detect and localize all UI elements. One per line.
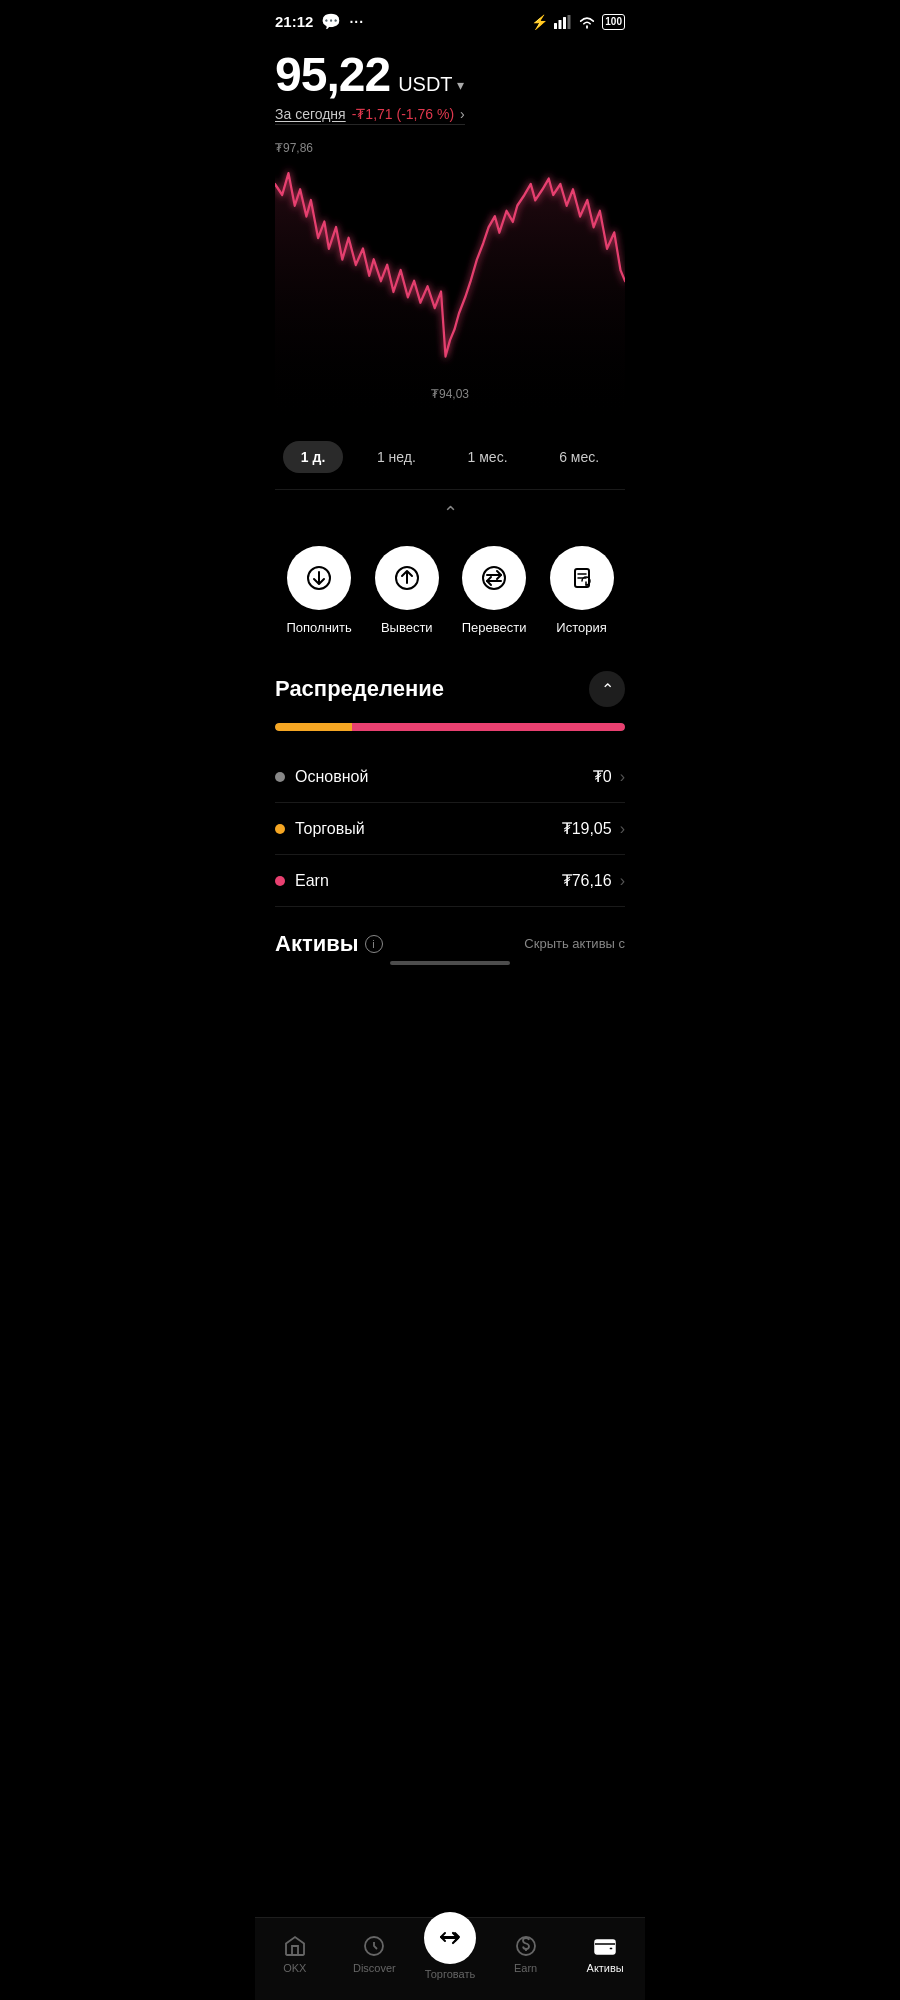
discover-icon [362, 1934, 386, 1958]
bar-segment-earn [352, 723, 625, 731]
balance-row: 95,22 USDT ▾ [275, 47, 625, 102]
trade-icon [437, 1925, 463, 1951]
withdraw-label: Вывести [381, 620, 433, 635]
bluetooth-icon: ⚡ [531, 14, 548, 30]
dist-item-trading[interactable]: Торговый ₮19,05 › [275, 803, 625, 855]
time-display: 21:12 [275, 13, 313, 30]
deposit-icon [305, 564, 333, 592]
dist-arrow-earn-icon: › [620, 872, 625, 890]
main-content: 95,22 USDT ▾ За сегодня -₮1,71 (-1,76 %)… [255, 37, 645, 957]
nav-earn[interactable]: Earn [496, 1934, 556, 1974]
nav-discover-label: Discover [353, 1962, 396, 1974]
time-filter-1w[interactable]: 1 нед. [359, 441, 434, 473]
wallet-icon [593, 1934, 617, 1958]
transfer-icon [480, 564, 508, 592]
balance-amount: 95,22 [275, 47, 390, 102]
withdraw-icon [393, 564, 421, 592]
assets-info-icon[interactable]: i [365, 935, 383, 953]
battery-icon: 100 [602, 14, 625, 30]
time-filter-6m[interactable]: 6 мес. [541, 441, 617, 473]
assets-section: Активы i Скрыть активы с [275, 915, 625, 957]
nav-assets-label: Активы [587, 1962, 624, 1974]
chart-container: ₮97,86 ₮94,03 [275, 141, 625, 421]
home-icon [283, 1934, 307, 1958]
change-value: -₮1,71 (-1,76 %) [352, 106, 454, 122]
change-row[interactable]: За сегодня -₮1,71 (-1,76 %) › [275, 106, 465, 125]
dist-item-earn[interactable]: Earn ₮76,16 › [275, 855, 625, 907]
deposit-label: Пополнить [286, 620, 351, 635]
dist-arrow-icon: › [620, 768, 625, 786]
nav-discover[interactable]: Discover [344, 1934, 404, 1974]
bottom-nav: OKX Discover Торговать Earn [255, 1917, 645, 2000]
history-label: История [556, 620, 606, 635]
svg-rect-1 [559, 20, 562, 29]
home-indicator [390, 961, 510, 965]
signal-icon [554, 15, 572, 29]
dist-arrow-trading-icon: › [620, 820, 625, 838]
deposit-circle [287, 546, 351, 610]
time-filter-1m[interactable]: 1 мес. [450, 441, 526, 473]
transfer-label: Перевести [462, 620, 527, 635]
change-arrow-icon: › [460, 106, 465, 122]
whatsapp-icon: 💬 [321, 12, 341, 31]
collapse-row[interactable]: ⌃ [275, 490, 625, 536]
balance-currency[interactable]: USDT ▾ [398, 73, 463, 96]
svg-rect-21 [609, 1947, 613, 1950]
nav-trade-label: Торговать [425, 1968, 475, 1980]
today-label: За сегодня [275, 106, 346, 122]
distribution-section: Распределение ⌃ Основной ₮0 › Торговый [275, 655, 625, 915]
chart-top-label: ₮97,86 [275, 141, 313, 155]
nav-assets[interactable]: Активы [575, 1934, 635, 1974]
dot-gray-icon [275, 772, 285, 782]
hide-assets-label: Скрыть активы с [524, 936, 625, 953]
deposit-button[interactable]: Пополнить [286, 546, 351, 635]
wifi-icon [578, 15, 596, 29]
time-filters: 1 д. 1 нед. 1 мес. 6 мес. [275, 429, 625, 490]
withdraw-circle [375, 546, 439, 610]
chart-bottom-label: ₮94,03 [431, 387, 469, 401]
price-chart [275, 141, 625, 421]
earn-icon [514, 1934, 538, 1958]
svg-point-17 [517, 1937, 535, 1955]
nav-okx[interactable]: OKX [265, 1934, 325, 1974]
actions-row: Пополнить Вывести [275, 536, 625, 655]
svg-point-8 [483, 567, 505, 589]
assets-title: Активы [275, 931, 359, 957]
distribution-toggle[interactable]: ⌃ [589, 671, 625, 707]
status-icons: ⚡ 100 [531, 14, 625, 30]
distribution-bar [275, 723, 625, 731]
dot-gold-icon [275, 824, 285, 834]
assets-header: Активы i Скрыть активы с [275, 931, 625, 957]
dot-pink-icon [275, 876, 285, 886]
bar-segment-trading [275, 723, 352, 731]
withdraw-button[interactable]: Вывести [375, 546, 439, 635]
transfer-circle [462, 546, 526, 610]
distribution-title: Распределение [275, 676, 444, 702]
history-button[interactable]: История [550, 546, 614, 635]
svg-rect-3 [568, 15, 571, 29]
distribution-header: Распределение ⌃ [275, 671, 625, 707]
currency-chevron-icon: ▾ [457, 77, 464, 93]
nav-trade[interactable]: Торговать [424, 1928, 476, 1980]
svg-rect-2 [563, 17, 566, 29]
time-filter-1d[interactable]: 1 д. [283, 441, 343, 473]
nav-earn-label: Earn [514, 1962, 537, 1974]
history-circle [550, 546, 614, 610]
history-icon [568, 564, 596, 592]
status-bar: 21:12 💬 ··· ⚡ 100 [255, 0, 645, 37]
status-time: 21:12 💬 ··· [275, 12, 364, 31]
ellipsis-icon: ··· [349, 14, 364, 30]
svg-rect-0 [554, 23, 557, 29]
trade-circle [424, 1912, 476, 1964]
dist-item-main[interactable]: Основной ₮0 › [275, 751, 625, 803]
nav-okx-label: OKX [283, 1962, 306, 1974]
transfer-button[interactable]: Перевести [462, 546, 527, 635]
chevron-up-icon: ⌃ [443, 502, 458, 524]
